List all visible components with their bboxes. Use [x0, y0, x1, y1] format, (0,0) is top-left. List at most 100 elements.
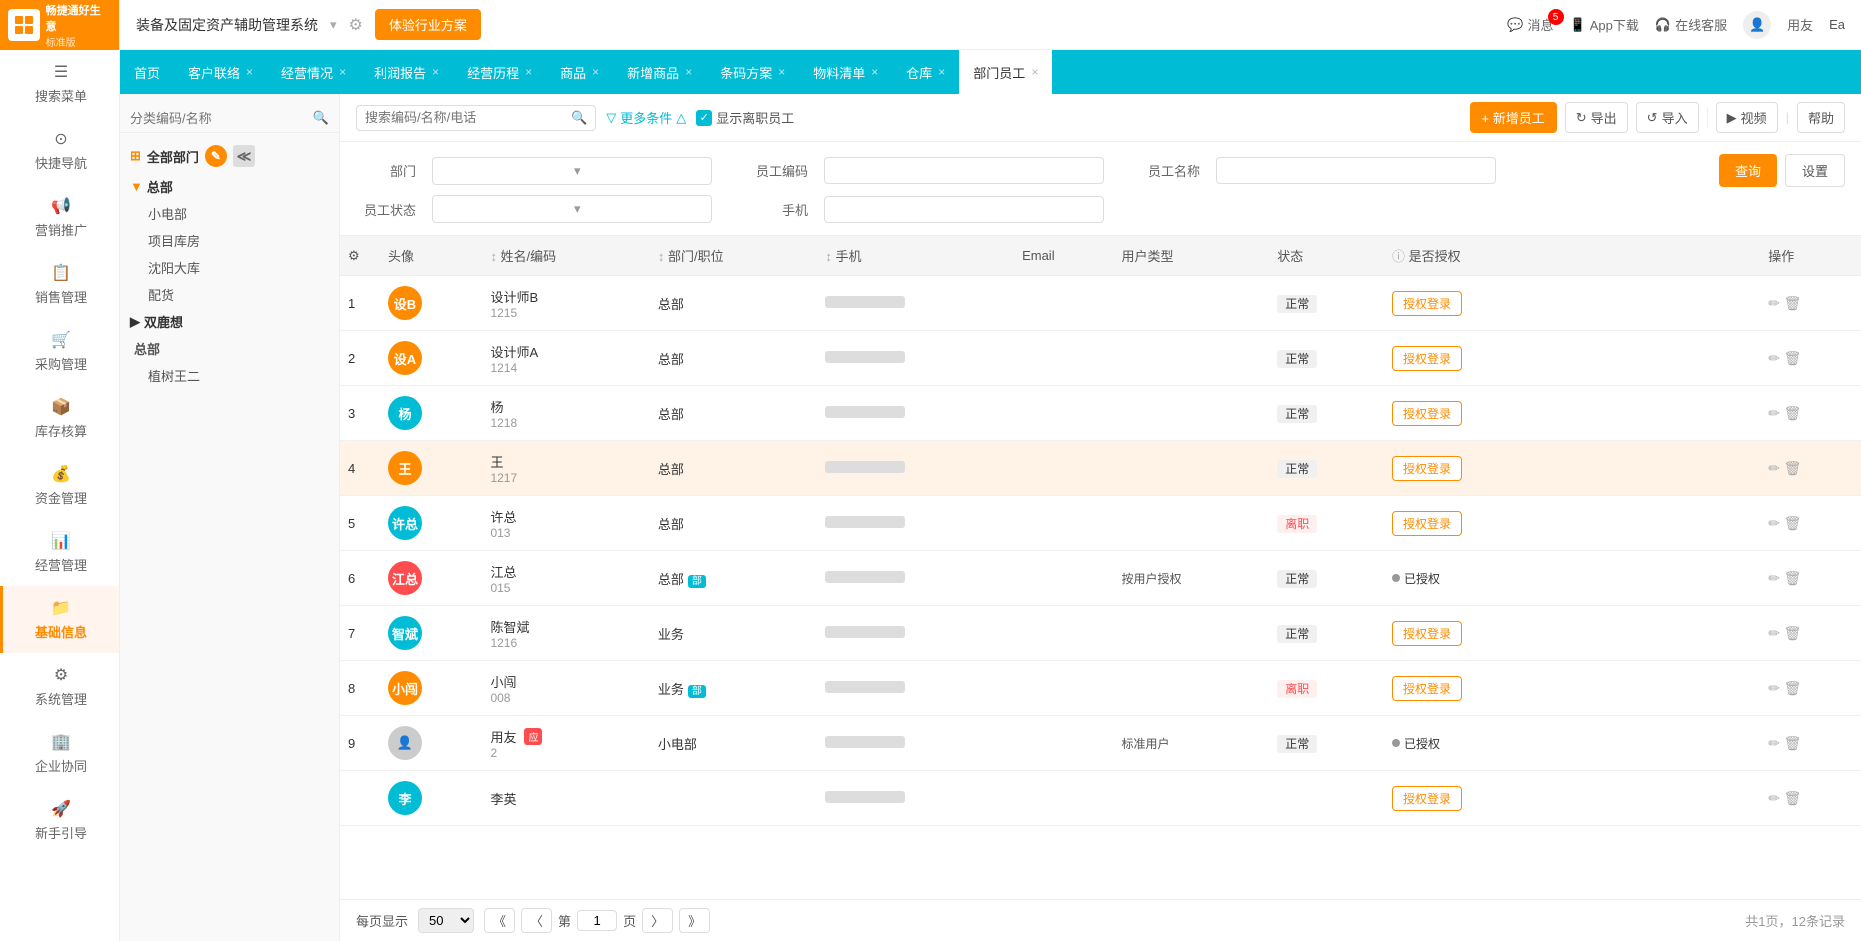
- online-support-btn[interactable]: 🎧 在线客服: [1655, 15, 1727, 34]
- message-btn[interactable]: 💬 5 消息: [1507, 15, 1553, 34]
- edit-btn[interactable]: ✏: [1768, 735, 1780, 752]
- edit-btn[interactable]: ✏: [1768, 350, 1780, 367]
- tab-bom[interactable]: 物料清单 ×: [799, 50, 892, 94]
- tab-barcode[interactable]: 条码方案 ×: [706, 50, 799, 94]
- delete-btn[interactable]: 🗑: [1784, 680, 1802, 697]
- emp-code-input[interactable]: [824, 157, 1104, 184]
- dept-select[interactable]: ▾: [432, 157, 712, 185]
- settings-col-icon[interactable]: ⚙: [348, 248, 360, 263]
- settings-btn[interactable]: 设置: [1785, 154, 1845, 187]
- tree-item-zhishu[interactable]: 植树王二: [120, 362, 339, 389]
- delete-btn[interactable]: 🗑: [1784, 515, 1802, 532]
- edit-btn[interactable]: ✏: [1768, 625, 1780, 642]
- edit-btn[interactable]: ✏: [1768, 405, 1780, 422]
- prev-page-btn[interactable]: 〈: [521, 908, 552, 933]
- authorized-label: 已授权: [1392, 570, 1552, 587]
- sidebar-item-enterprise[interactable]: 🏢 企业协同: [0, 720, 119, 787]
- phone-input[interactable]: [824, 196, 1104, 223]
- avatar-cell: 智斌: [380, 606, 482, 661]
- sidebar-item-system[interactable]: ⚙ 系统管理: [0, 653, 119, 720]
- sidebar-item-purchase[interactable]: 🛒 采购管理: [0, 318, 119, 385]
- settings-icon[interactable]: ⚙: [349, 15, 363, 35]
- delete-btn[interactable]: 🗑: [1784, 570, 1802, 587]
- query-btn[interactable]: 查询: [1719, 154, 1777, 187]
- status-cell: 正常: [1269, 716, 1384, 771]
- tree-group-zongbu2[interactable]: 总部: [120, 335, 339, 362]
- more-filter-btn[interactable]: ▽ 更多条件 △: [606, 108, 686, 127]
- next-page-btn[interactable]: 〉: [642, 908, 673, 933]
- avatar: 小闯: [388, 671, 422, 705]
- delete-btn[interactable]: 🗑: [1784, 460, 1802, 477]
- phone-value: [825, 461, 905, 473]
- tab-home[interactable]: 首页: [120, 50, 174, 94]
- add-employee-btn[interactable]: + 新增员工: [1470, 102, 1557, 133]
- delete-btn[interactable]: 🗑: [1784, 790, 1802, 807]
- auth-btn[interactable]: 授权登录: [1392, 401, 1462, 426]
- tree-item-shenyang[interactable]: 沈阳大库: [120, 254, 339, 281]
- tree-search-input[interactable]: [130, 111, 313, 126]
- tree-group-zongbu[interactable]: ▼ 总部: [120, 173, 339, 200]
- tab-dept-staff[interactable]: 部门员工 ×: [959, 50, 1052, 94]
- first-page-btn[interactable]: 《: [484, 908, 515, 933]
- edit-btn[interactable]: ✏: [1768, 460, 1780, 477]
- status-cell: 正常: [1269, 386, 1384, 441]
- auth-btn[interactable]: 授权登录: [1392, 786, 1462, 811]
- tab-profit[interactable]: 利润报告 ×: [360, 50, 453, 94]
- tree-group-shuanglu[interactable]: ▶ 双鹿想: [120, 308, 339, 335]
- edit-btn[interactable]: ✏: [1768, 680, 1780, 697]
- last-page-btn[interactable]: 》: [679, 908, 710, 933]
- sidebar-item-operations[interactable]: 📊 经营管理: [0, 519, 119, 586]
- view-btn[interactable]: ▶ 视频: [1716, 102, 1778, 133]
- delete-btn[interactable]: 🗑: [1784, 735, 1802, 752]
- tree-collapse-btn[interactable]: ≪: [233, 145, 255, 167]
- delete-btn[interactable]: 🗑: [1784, 625, 1802, 642]
- sidebar-item-inventory[interactable]: 📦 库存核算: [0, 385, 119, 452]
- show-resigned-toggle[interactable]: ✓ 显示离职员工: [696, 108, 794, 127]
- sidebar-item-marketing[interactable]: 📢 营销推广: [0, 184, 119, 251]
- tab-new-goods[interactable]: 新增商品 ×: [613, 50, 706, 94]
- auth-btn[interactable]: 授权登录: [1392, 511, 1462, 536]
- tree-edit-btn[interactable]: ✎: [205, 145, 227, 167]
- tab-history[interactable]: 经营历程 ×: [453, 50, 546, 94]
- auth-btn[interactable]: 授权登录: [1392, 676, 1462, 701]
- auth-btn[interactable]: 授权登录: [1392, 346, 1462, 371]
- auth-btn[interactable]: 授权登录: [1392, 456, 1462, 481]
- sidebar-item-sales[interactable]: 📋 销售管理: [0, 251, 119, 318]
- tab-customer[interactable]: 客户联络 ×: [174, 50, 267, 94]
- tree-item-xiaodian[interactable]: 小电部: [120, 200, 339, 227]
- status-select[interactable]: ▾: [432, 195, 712, 223]
- auth-btn[interactable]: 授权登录: [1392, 621, 1462, 646]
- tab-goods[interactable]: 商品 ×: [546, 50, 613, 94]
- tree-item-peihuo[interactable]: 配货: [120, 281, 339, 308]
- col-name: ↕ 姓名/编码: [482, 236, 649, 276]
- page-size-select[interactable]: 50 100: [418, 908, 474, 933]
- auth-cell: 授权登录: [1384, 386, 1560, 441]
- avatar: 许总: [388, 506, 422, 540]
- import-btn[interactable]: ↺ 导入: [1636, 102, 1699, 133]
- user-type-cell: [1113, 441, 1269, 496]
- auth-btn[interactable]: 授权登录: [1392, 291, 1462, 316]
- tree-item-xiangmu[interactable]: 项目库房: [120, 227, 339, 254]
- search-input[interactable]: [365, 110, 565, 125]
- edit-btn[interactable]: ✏: [1768, 515, 1780, 532]
- sidebar-item-quick-nav[interactable]: ⊙ 快捷导航: [0, 117, 119, 184]
- delete-btn[interactable]: 🗑: [1784, 295, 1802, 312]
- tab-warehouse[interactable]: 仓库 ×: [892, 50, 959, 94]
- edit-btn[interactable]: ✏: [1768, 295, 1780, 312]
- search-icon: 🔍: [571, 110, 587, 126]
- delete-btn[interactable]: 🗑: [1784, 405, 1802, 422]
- tab-business[interactable]: 经营情况 ×: [267, 50, 360, 94]
- help-btn[interactable]: 帮助: [1797, 102, 1845, 133]
- sidebar-item-basic-info[interactable]: 📁 基础信息: [0, 586, 119, 653]
- edit-btn[interactable]: ✏: [1768, 790, 1780, 807]
- export-btn[interactable]: ↻ 导出: [1565, 102, 1628, 133]
- delete-btn[interactable]: 🗑: [1784, 350, 1802, 367]
- sidebar-item-search-menu[interactable]: ☰ 搜索菜单: [0, 50, 119, 117]
- page-input[interactable]: [577, 910, 617, 931]
- sidebar-item-finance[interactable]: 💰 资金管理: [0, 452, 119, 519]
- edit-btn[interactable]: ✏: [1768, 570, 1780, 587]
- emp-name-input[interactable]: [1216, 157, 1496, 184]
- sidebar-item-newbie[interactable]: 🚀 新手引导: [0, 787, 119, 854]
- experience-btn[interactable]: 体验行业方案: [375, 9, 481, 40]
- app-download-btn[interactable]: 📱 App下载: [1570, 15, 1639, 34]
